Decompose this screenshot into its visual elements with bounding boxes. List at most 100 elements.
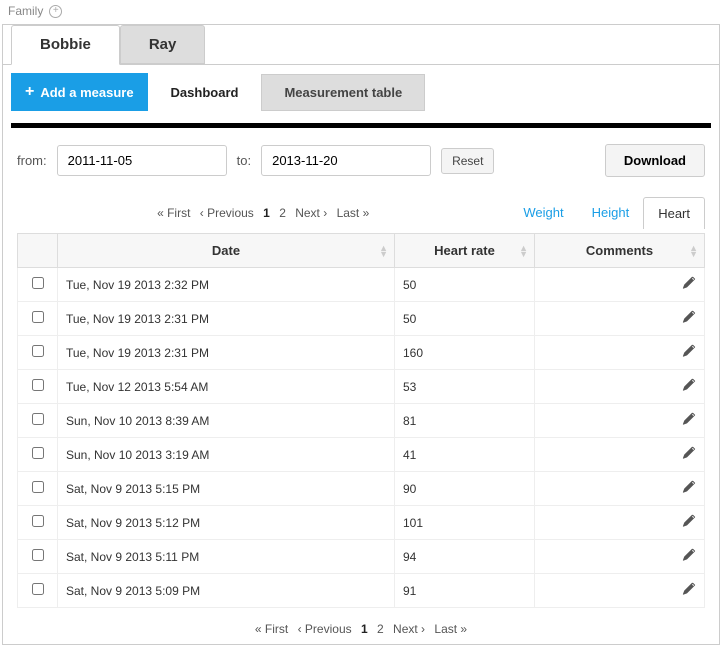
table-row: Sun, Nov 10 2013 8:39 AM81 xyxy=(18,404,705,438)
row-checkbox[interactable] xyxy=(32,413,44,425)
measurements-table: Date▲▼ Heart rate▲▼ Comments▲▼ Tue, Nov … xyxy=(17,233,705,608)
person-tab-bobbie[interactable]: Bobbie xyxy=(11,25,120,65)
edit-icon[interactable] xyxy=(682,310,696,324)
pager-next[interactable]: Next › xyxy=(393,622,425,636)
row-checkbox[interactable] xyxy=(32,515,44,527)
table-row: Tue, Nov 19 2013 2:32 PM50 xyxy=(18,268,705,302)
table-row: Tue, Nov 19 2013 2:31 PM50 xyxy=(18,302,705,336)
sort-icon: ▲▼ xyxy=(689,245,698,257)
pager-next[interactable]: Next › xyxy=(295,206,327,220)
cell-comments xyxy=(535,574,705,608)
edit-icon[interactable] xyxy=(682,514,696,528)
edit-icon[interactable] xyxy=(682,276,696,290)
cell-date: Sat, Nov 9 2013 5:09 PM xyxy=(58,574,395,608)
cell-date: Tue, Nov 19 2013 2:31 PM xyxy=(58,336,395,370)
cell-date: Sun, Nov 10 2013 3:19 AM xyxy=(58,438,395,472)
row-checkbox[interactable] xyxy=(32,277,44,289)
pager-top: « First ‹ Previous 1 2 Next › Last » xyxy=(17,206,509,220)
cell-comments xyxy=(535,506,705,540)
pager-page-2[interactable]: 2 xyxy=(279,206,286,220)
pager-last[interactable]: Last » xyxy=(434,622,467,636)
add-measure-label: Add a measure xyxy=(40,85,133,100)
metric-tab-heart[interactable]: Heart xyxy=(643,197,705,229)
family-label: Family xyxy=(8,4,43,18)
pager-page-1[interactable]: 1 xyxy=(263,206,270,220)
sort-icon: ▲▼ xyxy=(379,245,388,257)
plus-icon: + xyxy=(25,83,34,101)
cell-comments xyxy=(535,336,705,370)
download-button[interactable]: Download xyxy=(605,144,705,177)
col-date[interactable]: Date▲▼ xyxy=(58,234,395,268)
table-row: Sat, Nov 9 2013 5:15 PM90 xyxy=(18,472,705,506)
sort-icon: ▲▼ xyxy=(519,245,528,257)
person-tabs: Bobbie Ray xyxy=(3,25,719,65)
row-checkbox[interactable] xyxy=(32,379,44,391)
tab-measurement-table[interactable]: Measurement table xyxy=(261,74,425,111)
pager-bottom: « First ‹ Previous 1 2 Next › Last » xyxy=(3,614,719,644)
cell-date: Sat, Nov 9 2013 5:12 PM xyxy=(58,506,395,540)
cell-heart-rate: 41 xyxy=(395,438,535,472)
pager-last[interactable]: Last » xyxy=(337,206,370,220)
edit-icon[interactable] xyxy=(682,548,696,562)
cell-heart-rate: 94 xyxy=(395,540,535,574)
edit-icon[interactable] xyxy=(682,582,696,596)
col-heart-rate[interactable]: Heart rate▲▼ xyxy=(395,234,535,268)
col-comments[interactable]: Comments▲▼ xyxy=(535,234,705,268)
cell-heart-rate: 90 xyxy=(395,472,535,506)
cell-date: Tue, Nov 12 2013 5:54 AM xyxy=(58,370,395,404)
from-label: from: xyxy=(17,153,47,168)
add-measure-button[interactable]: + Add a measure xyxy=(11,73,148,111)
cell-date: Tue, Nov 19 2013 2:31 PM xyxy=(58,302,395,336)
pager-prev[interactable]: ‹ Previous xyxy=(298,622,352,636)
pager-first[interactable]: « First xyxy=(255,622,288,636)
row-checkbox[interactable] xyxy=(32,311,44,323)
table-row: Tue, Nov 12 2013 5:54 AM53 xyxy=(18,370,705,404)
row-checkbox[interactable] xyxy=(32,481,44,493)
pager-prev[interactable]: ‹ Previous xyxy=(200,206,254,220)
person-tab-ray[interactable]: Ray xyxy=(120,25,206,64)
metric-tab-weight[interactable]: Weight xyxy=(509,197,577,229)
cell-heart-rate: 160 xyxy=(395,336,535,370)
row-checkbox[interactable] xyxy=(32,447,44,459)
pager-first[interactable]: « First xyxy=(157,206,190,220)
edit-icon[interactable] xyxy=(682,412,696,426)
table-row: Sat, Nov 9 2013 5:09 PM91 xyxy=(18,574,705,608)
pager-page-2[interactable]: 2 xyxy=(377,622,384,636)
cell-heart-rate: 53 xyxy=(395,370,535,404)
to-label: to: xyxy=(237,153,251,168)
to-date-input[interactable] xyxy=(261,145,431,176)
reset-button[interactable]: Reset xyxy=(441,148,494,174)
cell-date: Sat, Nov 9 2013 5:15 PM xyxy=(58,472,395,506)
edit-icon[interactable] xyxy=(682,344,696,358)
edit-icon[interactable] xyxy=(682,480,696,494)
edit-icon[interactable] xyxy=(682,378,696,392)
cell-comments xyxy=(535,540,705,574)
cell-date: Sat, Nov 9 2013 5:11 PM xyxy=(58,540,395,574)
cell-heart-rate: 50 xyxy=(395,268,535,302)
cell-comments xyxy=(535,404,705,438)
cell-comments xyxy=(535,438,705,472)
cell-comments xyxy=(535,472,705,506)
pager-page-1[interactable]: 1 xyxy=(361,622,368,636)
metric-tab-height[interactable]: Height xyxy=(578,197,644,229)
table-row: Sat, Nov 9 2013 5:11 PM94 xyxy=(18,540,705,574)
row-checkbox[interactable] xyxy=(32,345,44,357)
table-row: Tue, Nov 19 2013 2:31 PM160 xyxy=(18,336,705,370)
cell-comments xyxy=(535,370,705,404)
table-row: Sun, Nov 10 2013 3:19 AM41 xyxy=(18,438,705,472)
row-checkbox[interactable] xyxy=(32,549,44,561)
from-date-input[interactable] xyxy=(57,145,227,176)
cell-comments xyxy=(535,302,705,336)
cell-heart-rate: 81 xyxy=(395,404,535,438)
tab-dashboard[interactable]: Dashboard xyxy=(148,74,262,111)
cell-heart-rate: 101 xyxy=(395,506,535,540)
cell-heart-rate: 91 xyxy=(395,574,535,608)
add-family-icon[interactable]: + xyxy=(49,5,62,18)
cell-date: Sun, Nov 10 2013 8:39 AM xyxy=(58,404,395,438)
edit-icon[interactable] xyxy=(682,446,696,460)
row-checkbox[interactable] xyxy=(32,583,44,595)
cell-comments xyxy=(535,268,705,302)
table-row: Sat, Nov 9 2013 5:12 PM101 xyxy=(18,506,705,540)
cell-heart-rate: 50 xyxy=(395,302,535,336)
col-checkbox xyxy=(18,234,58,268)
